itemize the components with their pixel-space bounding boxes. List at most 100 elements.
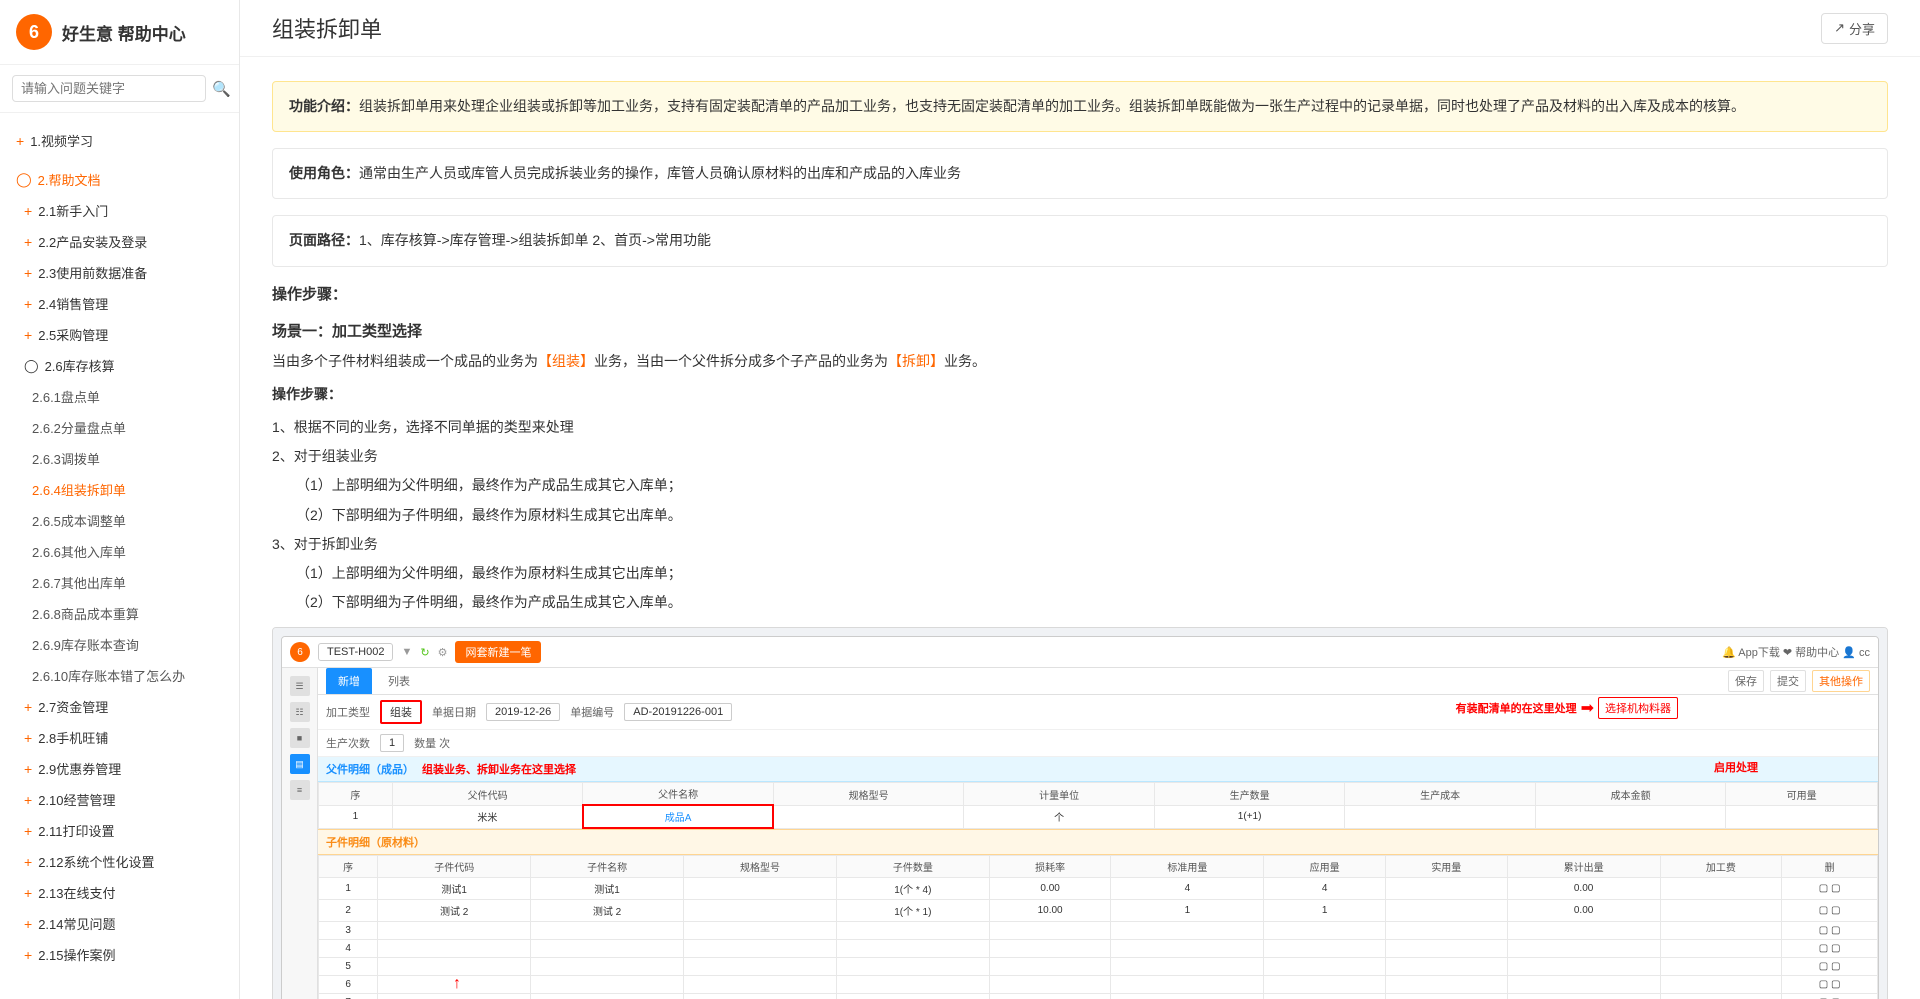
bt-row-3: 3▢ ▢ [319, 922, 1878, 940]
sidebar-item-dataprep[interactable]: + 2.3使用前数据准备 [0, 257, 239, 288]
table-row-1: 1 米米 成品A 个 1(+1) [319, 805, 1878, 828]
bt-std-qty: 标准用量 [1111, 856, 1264, 878]
plus-icon-s2-11: + [24, 823, 32, 839]
annotation-choose-box: 选择机构料器 [1598, 697, 1678, 719]
plus-icon-s2-2: + [24, 234, 32, 250]
plus-icon-s2-7: + [24, 699, 32, 715]
sidebar-item-faq[interactable]: + 2.14常见问题 [0, 908, 239, 939]
func-intro-label: 功能介绍： [289, 98, 359, 114]
screenshot-top-icons: 🔔 App下载 ❤ 帮助中心 👤 cc [1722, 644, 1870, 660]
screenshot-sidebar-icon5: ≡ [290, 780, 310, 800]
th-spec: 规格型号 [773, 783, 964, 806]
screenshot-top-table: 序 父件代码 父件名称 规格型号 计量单位 生产数量 生产成本 成本金额 可用量 [318, 782, 1878, 829]
path-text: 1、库存核算->库存管理->组装拆卸单 2、首页->常用功能 [359, 232, 711, 248]
sidebar-item-stockcheck[interactable]: 2.6.1盘点单 [0, 381, 239, 412]
search-box[interactable]: 🔍 [0, 65, 239, 113]
sidebar-header: 6 好生意 帮助中心 [0, 0, 239, 65]
screenshot-settings-icon: ⚙ [438, 646, 448, 659]
th-cost-amt: 成本金额 [1535, 783, 1726, 806]
search-input[interactable] [12, 75, 206, 102]
func-intro-box: 功能介绍：组装拆卸单用来处理企业组装或拆卸等加工业务，支持有固定装配清单的产品加… [272, 81, 1888, 132]
share-button[interactable]: ↗ 分享 [1821, 13, 1888, 44]
role-text: 通常由生产人员或库管人员完成拆装业务的操作，库管人员确认原材料的出库和产成品的入… [359, 165, 961, 181]
sidebar-nav: + 1.视频学习 ◯ 2.帮助文档 + 2.1新手入门 + 2.2产品安装及登录… [0, 113, 239, 999]
step3-sub2: （2）下部明细为子件明细，最终作为产成品生成其它入库单。 [296, 590, 1888, 615]
screenshot-qty-unit: 数量 次 [414, 735, 450, 751]
plus-icon-s2-12: + [24, 854, 32, 870]
sidebar-item-install[interactable]: + 2.2产品安装及登录 [0, 226, 239, 257]
annotation-enable-text: 启用处理 [1714, 759, 1758, 775]
plus-icon-s2-3: + [24, 265, 32, 281]
sidebar-item-operation[interactable]: + 2.10经营管理 [0, 784, 239, 815]
bt-actual-qty: 实用量 [1385, 856, 1507, 878]
step-2: 2、对于组装业务 [272, 444, 1888, 469]
bt-del: 删 [1782, 856, 1878, 878]
arrow-right-icon: ➡ [1581, 698, 1594, 718]
screenshot-action-btn1: 保存 [1728, 670, 1764, 692]
minus-icon-s2-6: ◯ [24, 358, 39, 374]
sidebar-item-otherinstock[interactable]: 2.6.6其他入库单 [0, 536, 239, 567]
screenshot-bot-table: 序 子件代码 子件名称 规格型号 子件数量 损耗率 标准用量 应用量 实用量 [318, 855, 1878, 999]
ops-steps-label: 操作步骤： [272, 382, 1888, 407]
step-1: 1、根据不同的业务，选择不同单据的类型来处理 [272, 415, 1888, 440]
sidebar-item-video[interactable]: + 1.视频学习 [0, 125, 239, 156]
sidebar-item-purchase[interactable]: + 2.5采购管理 [0, 319, 239, 350]
plus-icon-s2-9: + [24, 761, 32, 777]
bt-row-1: 1测试1测试1 1(个 * 4)0.00440.00▢ ▢ [319, 878, 1878, 900]
sidebar-item-print[interactable]: + 2.11打印设置 [0, 815, 239, 846]
plus-icon-s2-5: + [24, 327, 32, 343]
sidebar-item-assembly[interactable]: 2.6.4组装拆卸单 [0, 474, 239, 505]
nav-section-1: + 1.视频学习 [0, 121, 239, 160]
sidebar-item-inventory[interactable]: ◯ 2.6库存核算 [0, 350, 239, 381]
screenshot-sidebar-icon2: ☷ [290, 702, 310, 722]
search-icon[interactable]: 🔍 [212, 80, 231, 98]
path-box: 页面路径：1、库存核算->库存管理->组装拆卸单 2、首页->常用功能 [272, 215, 1888, 266]
screenshot-new-btn: 网套新建一笔 [455, 641, 541, 663]
sidebar-item-sysconfig[interactable]: + 2.12系统个性化设置 [0, 846, 239, 877]
bt-row-6: 6▢ ▢ [319, 976, 1878, 994]
sidebar-item-transfer[interactable]: 2.6.3调拨单 [0, 443, 239, 474]
role-box: 使用角色：通常由生产人员或库管人员完成拆装业务的操作，库管人员确认原材料的出库和… [272, 148, 1888, 199]
plus-icon-s2-4: + [24, 296, 32, 312]
screenshot-tabs: 新增 列表 保存 提交 其他操作 [318, 668, 1878, 695]
sidebar-item-cases[interactable]: + 2.15操作案例 [0, 939, 239, 970]
sidebar-item-partstock[interactable]: 2.6.2分量盘点单 [0, 412, 239, 443]
sidebar-item-costrecalc[interactable]: 2.6.8商品成本重算 [0, 598, 239, 629]
bt-child-code: 子件代码 [378, 856, 531, 878]
step3-sub1: （1）上部明细为父件明细，最终作为原材料生成其它出库单； [296, 561, 1888, 586]
screenshot-bottom-section: 子件明细（原材料） [318, 829, 1878, 855]
main-panel: 组装拆卸单 ↗ 分享 功能介绍：组装拆卸单用来处理企业组装或拆卸等加工业务，支持… [240, 0, 1920, 999]
step3-subs: （1）上部明细为父件明细，最终作为原材料生成其它出库单； （2）下部明细为子件明… [272, 561, 1888, 615]
sidebar-item-payment[interactable]: + 2.13在线支付 [0, 877, 239, 908]
sidebar-item-ledgerquery[interactable]: 2.6.9库存账本查询 [0, 629, 239, 660]
main-header: 组装拆卸单 ↗ 分享 [240, 0, 1920, 57]
screenshot-qty-val: 1 [380, 734, 404, 752]
screenshot-form-type-label: 加工类型 [326, 704, 370, 720]
th-unit: 计量单位 [964, 783, 1155, 806]
steps-list: 1、根据不同的业务，选择不同单据的类型来处理 2、对于组装业务 （1）上部明细为… [272, 415, 1888, 615]
sidebar: 6 好生意 帮助中心 🔍 + 1.视频学习 ◯ 2.帮助文档 + 2.1新手入门 [0, 0, 240, 999]
sidebar-item-mobile[interactable]: + 2.8手机旺铺 [0, 722, 239, 753]
screenshot-form-row1: 加工类型 组装 单据日期 2019-12-26 单据编号 AD-20191226… [318, 695, 1878, 730]
sidebar-item-finance[interactable]: + 2.7资金管理 [0, 691, 239, 722]
bt-child-qty: 子件数量 [836, 856, 989, 878]
sidebar-item-newbie[interactable]: + 2.1新手入门 [0, 195, 239, 226]
sidebar-item-coupon[interactable]: + 2.9优惠券管理 [0, 753, 239, 784]
step2-sub2: （2）下部明细为子件明细，最终作为原材料生成其它出库单。 [296, 503, 1888, 528]
sidebar-item-helpdoc[interactable]: ◯ 2.帮助文档 [0, 164, 239, 195]
page-title: 组装拆卸单 [272, 12, 382, 44]
sidebar-item-costadjust[interactable]: 2.6.5成本调整单 [0, 505, 239, 536]
plus-icon-s2-10: + [24, 792, 32, 808]
screenshot-company: TEST-H002 [318, 643, 393, 661]
screenshot-sidebar-icon1: ☰ [290, 676, 310, 696]
minus-icon: ◯ [16, 171, 32, 188]
sidebar-item-otheroutstock[interactable]: 2.6.7其他出库单 [0, 567, 239, 598]
app-logo: 6 [16, 14, 52, 50]
th-prod-cost: 生产成本 [1345, 783, 1536, 806]
screenshot-form-type-val: 组装 [380, 700, 422, 724]
scenario-desc: 当由多个子件材料组装成一个成品的业务为【组装】业务，当由一个父件拆分成多个子产品… [272, 349, 1888, 374]
screenshot-mini-sidebar: ☰ ☷ ■ ▤ ≡ [282, 668, 318, 999]
sidebar-item-sales[interactable]: + 2.4销售管理 [0, 288, 239, 319]
sidebar-item-ledgererror[interactable]: 2.6.10库存账本错了怎么办 [0, 660, 239, 691]
highlight-assembly: 【组装】 [538, 353, 594, 369]
